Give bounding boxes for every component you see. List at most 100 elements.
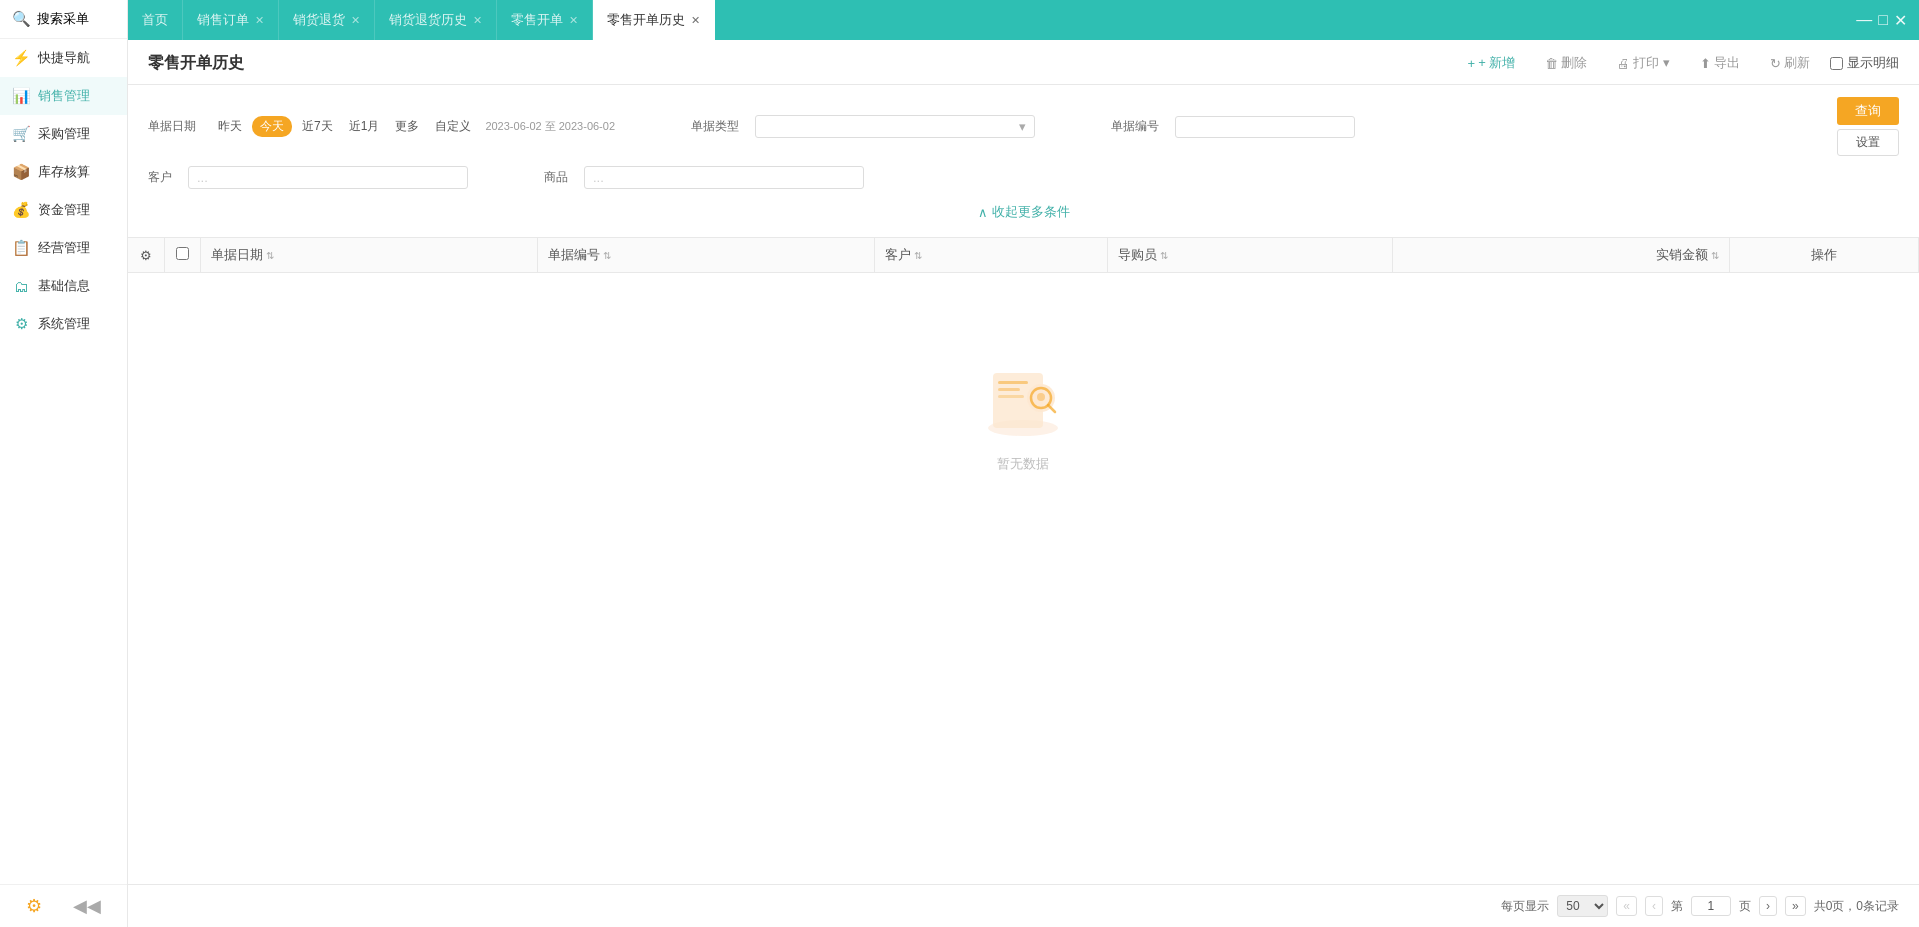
sort-date-icon: ⇅ <box>266 250 274 261</box>
tab-close-retail-open[interactable]: ✕ <box>569 14 578 27</box>
display-detail-checkbox[interactable] <box>1830 57 1843 70</box>
query-button[interactable]: 查询 <box>1837 97 1899 125</box>
collapse-row: ∧ 收起更多条件 <box>148 199 1899 225</box>
table-body: 暂无数据 <box>128 273 1919 554</box>
sidebar-item-finance[interactable]: 💰 资金管理 <box>0 191 127 229</box>
page-word-label: 第 <box>1671 898 1683 915</box>
tab-sales-return-history[interactable]: 销货退货历史 ✕ <box>375 0 497 40</box>
search-icon: 🔍 <box>12 10 31 28</box>
filter-row-1: 单据日期 昨天 今天 近7天 近1月 更多 自定义 2023-06-02 至 2… <box>148 97 1899 156</box>
tab-close-sales-order[interactable]: ✕ <box>255 14 264 27</box>
pagination-bar: 每页显示 10 20 50 100 « ‹ 第 页 › » 共0页，0条记录 <box>128 884 1919 927</box>
content-area: 零售开单历史 + + 新增 🗑 删除 🖨 打印 ▾ ⬆ 导出 <box>128 40 1919 927</box>
refresh-button[interactable]: ↻ 刷新 <box>1760 50 1820 76</box>
date-last1m-btn[interactable]: 近1月 <box>343 116 386 137</box>
svg-rect-4 <box>998 395 1024 398</box>
add-button[interactable]: + + 新增 <box>1458 50 1526 76</box>
sidebar-item-purchase-mgmt[interactable]: 🛒 采购管理 <box>0 115 127 153</box>
date-more-btn[interactable]: 更多 <box>389 116 425 137</box>
tab-sales-order[interactable]: 销售订单 ✕ <box>183 0 279 40</box>
th-check[interactable] <box>164 238 200 273</box>
tab-right-actions: — □ ✕ <box>1856 11 1919 30</box>
sidebar-item-inventory[interactable]: 📦 库存核算 <box>0 153 127 191</box>
current-page-input[interactable] <box>1691 896 1731 916</box>
collapse-icon[interactable]: ◀◀ <box>73 895 101 917</box>
th-doc-no[interactable]: 单据编号 ⇅ <box>537 238 874 273</box>
tab-sales-return[interactable]: 销货退货 ✕ <box>279 0 375 40</box>
sidebar-item-label: 资金管理 <box>38 201 90 219</box>
sidebar-item-label: 基础信息 <box>38 277 90 295</box>
page-size-select[interactable]: 10 20 50 100 <box>1557 895 1608 917</box>
quick-nav-icon: ⚡ <box>12 49 30 67</box>
th-amount[interactable]: 实销金额 ⇅ <box>1392 238 1729 273</box>
window-close-btn[interactable]: ✕ <box>1894 11 1907 30</box>
date-range: 2023-06-02 至 2023-06-02 <box>485 119 615 134</box>
config-icon: ⚙ <box>140 248 152 263</box>
doc-no-input[interactable] <box>1175 116 1355 138</box>
first-page-btn[interactable]: « <box>1616 896 1637 916</box>
date-label: 单据日期 <box>148 118 196 135</box>
page-title: 零售开单历史 <box>148 53 244 74</box>
next-page-btn[interactable]: › <box>1759 896 1777 916</box>
sys-mgmt-icon: ⚙ <box>12 315 30 333</box>
th-date[interactable]: 单据日期 ⇅ <box>200 238 537 273</box>
window-minimize-btn[interactable]: — <box>1856 11 1872 29</box>
finance-icon: 💰 <box>12 201 30 219</box>
settings-icon[interactable]: ⚙ <box>26 895 42 917</box>
tab-close-retail-open-history[interactable]: ✕ <box>691 14 700 27</box>
tab-retail-open[interactable]: 零售开单 ✕ <box>497 0 593 40</box>
sidebar-item-basic-info[interactable]: 🗂 基础信息 <box>0 267 127 305</box>
th-customer[interactable]: 客户 ⇅ <box>875 238 1108 273</box>
customer-placeholder: ... <box>197 170 459 185</box>
sidebar-item-label: 快捷导航 <box>38 49 90 67</box>
sort-customer-icon: ⇅ <box>914 250 922 261</box>
date-yesterday-btn[interactable]: 昨天 <box>212 116 248 137</box>
date-last7-btn[interactable]: 近7天 <box>296 116 339 137</box>
th-guide[interactable]: 导购员 ⇅ <box>1107 238 1392 273</box>
product-placeholder: ... <box>593 170 855 185</box>
sidebar-item-sales-mgmt[interactable]: 📊 销售管理 <box>0 77 127 115</box>
date-today-btn[interactable]: 今天 <box>252 116 292 137</box>
operations-icon: 📋 <box>12 239 30 257</box>
sidebar-bottom: ⚙ ◀◀ <box>0 884 127 927</box>
window-maximize-btn[interactable]: □ <box>1878 11 1888 29</box>
date-custom-btn[interactable]: 自定义 <box>429 116 477 137</box>
tab-home[interactable]: 首页 <box>128 0 183 40</box>
th-actions: 操作 <box>1730 238 1919 273</box>
th-config[interactable]: ⚙ <box>128 238 164 273</box>
export-button[interactable]: ⬆ 导出 <box>1690 50 1750 76</box>
collapse-btn[interactable]: ∧ 收起更多条件 <box>978 199 1070 225</box>
delete-button[interactable]: 🗑 删除 <box>1535 50 1597 76</box>
tab-close-sales-return[interactable]: ✕ <box>351 14 360 27</box>
doc-no-label: 单据编号 <box>1111 118 1159 135</box>
customer-select[interactable]: ... <box>188 166 468 189</box>
date-shortcuts: 昨天 今天 近7天 近1月 更多 自定义 2023-06-02 至 2023-0… <box>212 116 615 137</box>
total-info: 共0页，0条记录 <box>1814 898 1899 915</box>
chevron-down-icon: ▾ <box>1019 119 1026 134</box>
sort-amount-icon: ⇅ <box>1711 250 1719 261</box>
export-icon: ⬆ <box>1700 56 1711 71</box>
sidebar-search[interactable]: 🔍 搜索采单 <box>0 0 127 39</box>
select-all-checkbox[interactable] <box>176 247 189 260</box>
delete-icon: 🗑 <box>1545 56 1558 71</box>
sidebar-item-label: 采购管理 <box>38 125 90 143</box>
settings-button[interactable]: 设置 <box>1837 129 1899 156</box>
refresh-icon: ↻ <box>1770 56 1781 71</box>
sidebar-item-label: 经营管理 <box>38 239 90 257</box>
sort-guide-icon: ⇅ <box>1160 250 1168 261</box>
filter-row-2: 客户 ... 商品 ... <box>148 166 1899 189</box>
display-detail-checkbox-label[interactable]: 显示明细 <box>1830 54 1899 72</box>
header-actions: + + 新增 🗑 删除 🖨 打印 ▾ ⬆ 导出 ↻ 刷新 <box>1458 50 1899 76</box>
tab-retail-open-history[interactable]: 零售开单历史 ✕ <box>593 0 715 40</box>
prev-page-btn[interactable]: ‹ <box>1645 896 1663 916</box>
sidebar-item-sys-mgmt[interactable]: ⚙ 系统管理 <box>0 305 127 343</box>
doc-type-select[interactable]: ▾ <box>755 115 1035 138</box>
sidebar-item-operations[interactable]: 📋 经营管理 <box>0 229 127 267</box>
product-select[interactable]: ... <box>584 166 864 189</box>
last-page-btn[interactable]: » <box>1785 896 1806 916</box>
print-button[interactable]: 🖨 打印 ▾ <box>1607 50 1680 76</box>
filter-panel: 单据日期 昨天 今天 近7天 近1月 更多 自定义 2023-06-02 至 2… <box>128 85 1919 238</box>
sidebar-item-quick-nav[interactable]: ⚡ 快捷导航 <box>0 39 127 77</box>
page-suffix-label: 页 <box>1739 898 1751 915</box>
tab-close-sales-return-history[interactable]: ✕ <box>473 14 482 27</box>
